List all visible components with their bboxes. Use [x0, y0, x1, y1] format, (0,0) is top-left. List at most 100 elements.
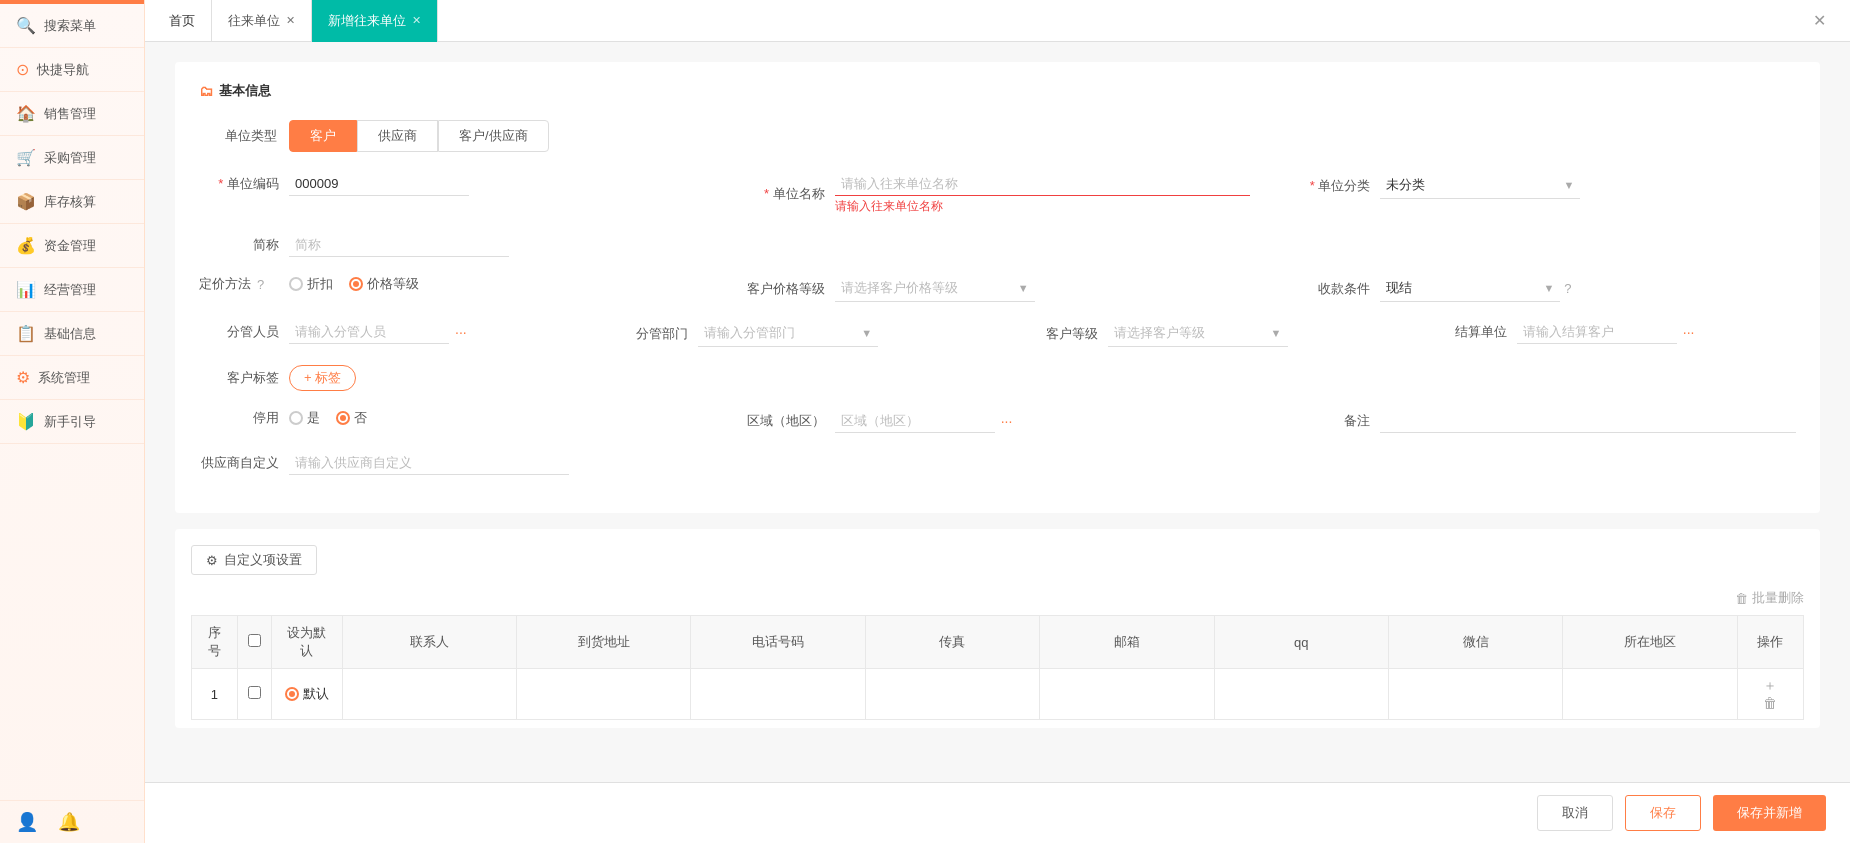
settlement-input[interactable] [1517, 320, 1677, 344]
wechat-input[interactable] [1399, 687, 1552, 702]
region-label: 区域（地区） [745, 412, 835, 430]
cell-fax[interactable] [865, 669, 1039, 720]
contact-input[interactable] [353, 687, 506, 702]
row-delete-btn[interactable]: 🗑 [1759, 695, 1781, 711]
tab-counterparts-close[interactable]: ✕ [286, 14, 295, 27]
tab-new-counterpart[interactable]: 新增往来单位 ✕ [312, 0, 438, 42]
sidebar-item-guide[interactable]: 🔰 新手引导 [0, 400, 144, 444]
short-name-input[interactable] [289, 233, 509, 257]
sales-icon: 🏠 [16, 104, 36, 123]
fax-input[interactable] [876, 687, 1029, 702]
form-row-7: 供应商自定义 [199, 451, 1796, 475]
system-icon: ⚙ [16, 368, 30, 387]
sidebar-item-quick-nav[interactable]: ⊙ 快捷导航 [0, 48, 144, 92]
cell-location[interactable] [1563, 669, 1737, 720]
tab-new-counterpart-label: 新增往来单位 [328, 12, 406, 30]
tab-home[interactable]: 首页 [153, 0, 212, 42]
col-email: 邮箱 [1040, 616, 1214, 669]
address-input[interactable] [527, 687, 680, 702]
form-group-unit-code: 单位编码 [199, 172, 705, 196]
phone-input[interactable] [701, 687, 854, 702]
cell-qq[interactable] [1214, 669, 1388, 720]
tab-counterparts[interactable]: 往来单位 ✕ [212, 0, 312, 42]
contact-table-section: ⚙ 自定义项设置 🗑 批量删除 序号 设为默认 联系人 到货地址 [175, 529, 1820, 728]
form-group-department: 分管部门 请输入分管部门 ▼ [608, 320, 977, 347]
manager-input[interactable] [289, 320, 449, 344]
sidebar-user-icon[interactable]: 👤 [16, 811, 38, 833]
col-default: 设为默认 [271, 616, 342, 669]
customer-level-placeholder: 请选择客户等级 [1114, 324, 1205, 342]
sidebar-item-operations[interactable]: 📊 经营管理 [0, 268, 144, 312]
sidebar-item-inventory[interactable]: 📦 库存核算 [0, 180, 144, 224]
sidebar-item-system[interactable]: ⚙ 系统管理 [0, 356, 144, 400]
col-no: 序号 [192, 616, 238, 669]
sidebar-item-search[interactable]: 🔍 搜索菜单 [0, 4, 144, 48]
radio-circle-level [349, 277, 363, 291]
pricing-radio-level[interactable]: 价格等级 [349, 275, 419, 293]
save-and-new-button[interactable]: 保存并新增 [1713, 795, 1826, 831]
cell-email[interactable] [1040, 669, 1214, 720]
sidebar-item-sales[interactable]: 🏠 销售管理 [0, 92, 144, 136]
unit-btn-supplier[interactable]: 供应商 [357, 120, 438, 152]
manager-dots-btn[interactable]: ··· [449, 324, 473, 340]
sidebar-item-purchase[interactable]: 🛒 采购管理 [0, 136, 144, 180]
batch-delete-btn[interactable]: 🗑 批量删除 [1735, 589, 1804, 607]
disabled-label-yes: 是 [307, 409, 320, 427]
region-dots-btn[interactable]: ··· [995, 413, 1019, 429]
disabled-radio-no[interactable]: 否 [336, 409, 367, 427]
unit-name-input[interactable] [835, 172, 1251, 196]
customer-level-select[interactable]: 请选择客户等级 ▼ [1108, 320, 1288, 347]
sidebar-item-label-quick-nav: 快捷导航 [37, 61, 89, 79]
tab-bar-close[interactable]: ✕ [1797, 11, 1842, 30]
select-all-checkbox[interactable] [248, 634, 261, 647]
short-name-label: 简称 [199, 236, 289, 254]
form-row-4: 分管人员 ··· 分管部门 请输入分管部门 ▼ 客户等级 请选择客户等级 [199, 320, 1796, 347]
search-icon: 🔍 [16, 16, 36, 35]
sidebar-item-finance[interactable]: 💰 资金管理 [0, 224, 144, 268]
row-add-btn[interactable]: ＋ [1759, 677, 1781, 693]
save-button[interactable]: 保存 [1625, 795, 1701, 831]
payment-help-icon[interactable]: ? [1564, 281, 1571, 296]
unit-btn-both[interactable]: 客户/供应商 [438, 120, 549, 152]
settlement-dots-btn[interactable]: ··· [1677, 324, 1701, 340]
sidebar-item-basic[interactable]: 📋 基础信息 [0, 312, 144, 356]
cell-contact[interactable] [342, 669, 516, 720]
bottom-bar: 取消 保存 保存并新增 [145, 782, 1850, 843]
custom-settings-label: 自定义项设置 [224, 551, 302, 569]
supplier-custom-label: 供应商自定义 [199, 454, 289, 472]
cell-phone[interactable] [691, 669, 865, 720]
col-fax: 传真 [865, 616, 1039, 669]
pricing-radio-discount[interactable]: 折扣 [289, 275, 333, 293]
disabled-radio-yes[interactable]: 是 [289, 409, 320, 427]
sidebar-item-label-basic: 基础信息 [44, 325, 96, 343]
custom-settings-button[interactable]: ⚙ 自定义项设置 [191, 545, 317, 575]
qq-input[interactable] [1225, 687, 1378, 702]
unit-btn-customer[interactable]: 客户 [289, 120, 357, 152]
default-radio[interactable] [285, 687, 299, 701]
tab-new-counterpart-close[interactable]: ✕ [412, 14, 421, 27]
add-tag-button[interactable]: + 标签 [289, 365, 356, 391]
cell-address[interactable] [517, 669, 691, 720]
disabled-radio-group: 是 否 [289, 409, 367, 427]
batch-delete-label: 批量删除 [1752, 589, 1804, 607]
col-contact: 联系人 [342, 616, 516, 669]
price-level-select[interactable]: 请选择客户价格等级 ▼ [835, 275, 1035, 302]
section-title-basic: 🗂 基本信息 [199, 82, 1796, 100]
department-select[interactable]: 请输入分管部门 ▼ [698, 320, 878, 347]
supplier-custom-input[interactable] [289, 451, 569, 475]
unit-code-input[interactable] [289, 172, 469, 196]
pricing-radio-group: 折扣 价格等级 [289, 275, 419, 293]
sidebar-item-label-operations: 经营管理 [44, 281, 96, 299]
sidebar-bell-icon[interactable]: 🔔 [58, 811, 80, 833]
unit-category-select[interactable]: 未分类 ▼ [1380, 172, 1580, 199]
payment-terms-select[interactable]: 现结 ▼ [1380, 275, 1560, 302]
row-checkbox[interactable] [248, 686, 261, 699]
location-input[interactable] [1573, 687, 1726, 702]
email-input[interactable] [1050, 687, 1203, 702]
pricing-help-icon[interactable]: ? [257, 277, 264, 292]
cancel-button[interactable]: 取消 [1537, 795, 1613, 831]
region-input[interactable] [835, 409, 995, 433]
cell-wechat[interactable] [1388, 669, 1562, 720]
cell-checkbox[interactable] [237, 669, 271, 720]
remark-input[interactable] [1380, 409, 1796, 433]
